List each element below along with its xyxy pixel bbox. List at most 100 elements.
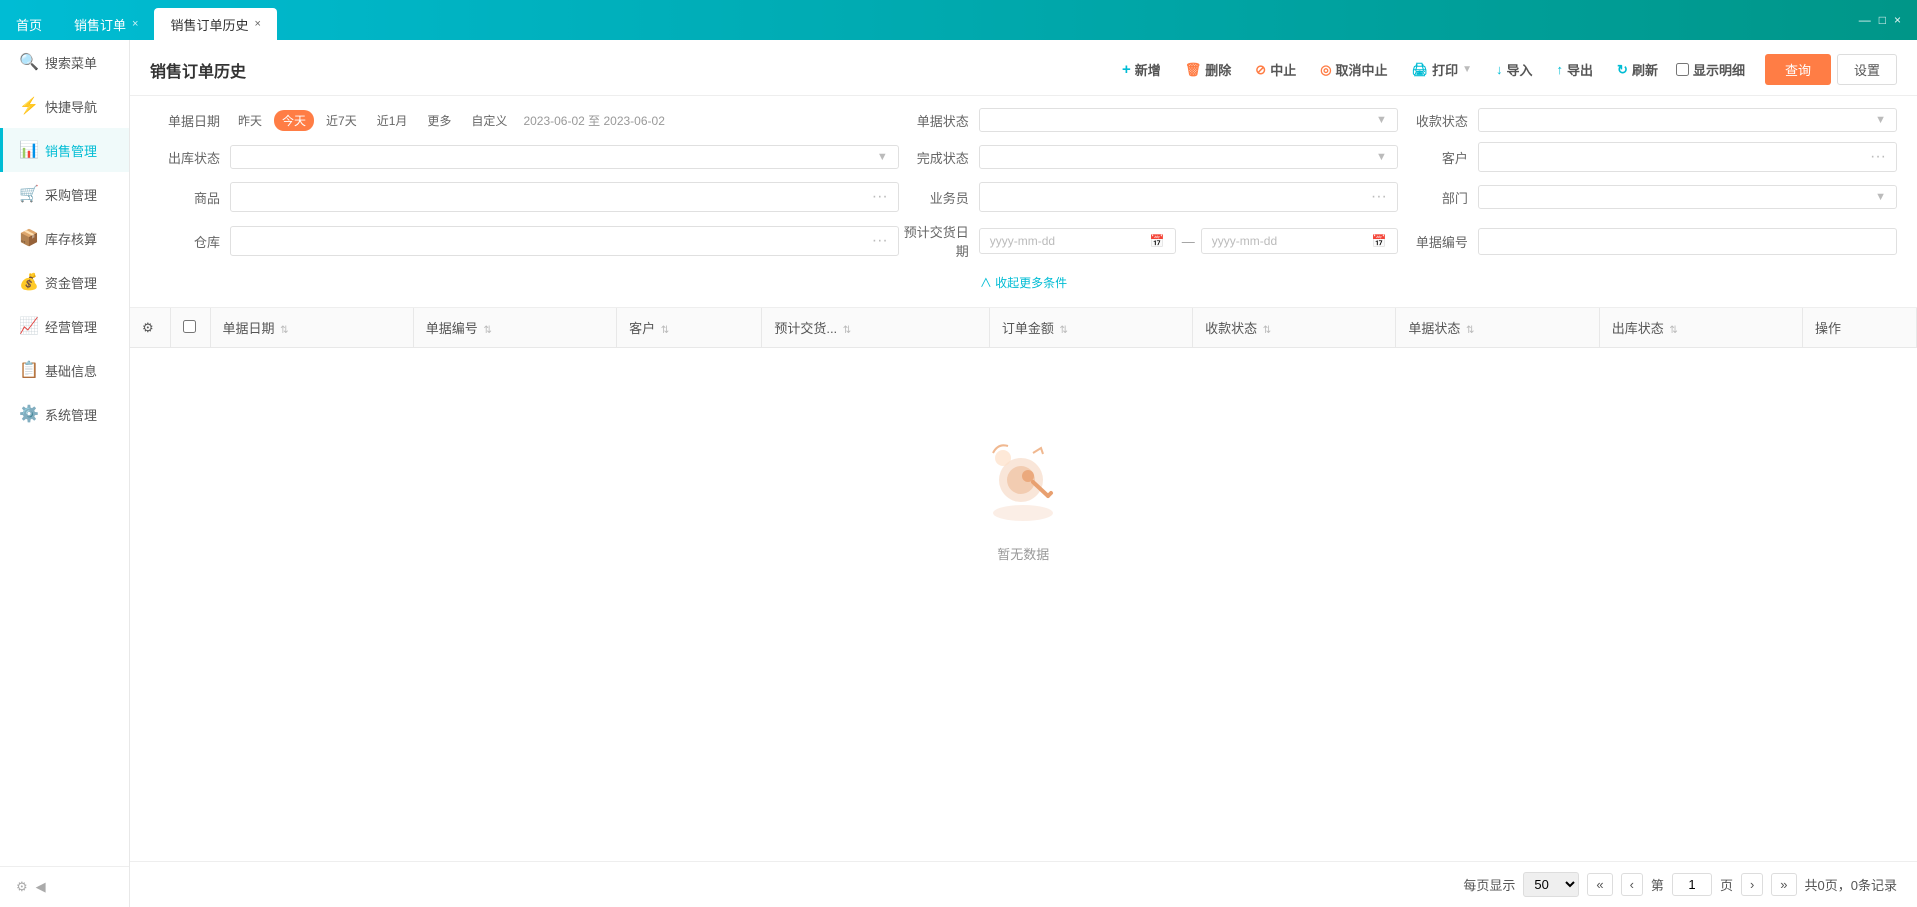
stop-button[interactable]: ⊘ 中止	[1249, 56, 1302, 83]
sidebar-item-basic-info[interactable]: 📋 基础信息	[0, 348, 129, 392]
doc-sort-icon[interactable]: ⇅	[1466, 325, 1474, 336]
sidebar-item-inventory[interactable]: 📦 库存核算	[0, 216, 129, 260]
sidebar-item-search-menu[interactable]: 🔍 搜索菜单	[0, 40, 129, 84]
receipt-sort-icon[interactable]: ⇅	[1263, 325, 1271, 336]
display-toggle-label: 显示明细	[1693, 60, 1745, 79]
goods-filter: 商品 ···	[150, 182, 899, 212]
out-status-filter: 出库状态 ▼	[150, 145, 899, 169]
last-page-button[interactable]: »	[1771, 873, 1796, 896]
customer-col-header: 客户 ⇅	[617, 308, 762, 348]
date-tab-custom[interactable]: 自定义	[463, 110, 515, 131]
sidebar-item-system[interactable]: ⚙️ 系统管理	[0, 392, 129, 436]
delivery-col-header: 预计交货... ⇅	[762, 308, 989, 348]
date-tab-today[interactable]: 今天	[274, 110, 314, 131]
salesman-input[interactable]: ···	[979, 182, 1398, 212]
dept-arrow-icon: ▼	[1875, 191, 1886, 203]
settings-col-header[interactable]: ⚙	[130, 308, 170, 348]
close-sales-order-icon[interactable]: ×	[132, 18, 138, 30]
total-records: 共0页，0条记录	[1805, 875, 1897, 894]
out-status-select[interactable]: ▼	[230, 145, 899, 169]
query-button[interactable]: 查询	[1765, 54, 1831, 85]
delivery-date-label: 预计交货日期	[899, 222, 979, 260]
sales-mgmt-icon: 📊	[19, 140, 37, 160]
sidebar-item-finance[interactable]: 💰 资金管理	[0, 260, 129, 304]
filter-row-2: 出库状态 ▼ 完成状态 ▼ 客户 ···	[150, 142, 1897, 172]
delivery-to-input[interactable]: yyyy-mm-dd 📅	[1201, 228, 1398, 254]
sidebar-item-operations[interactable]: 📈 经营管理	[0, 304, 129, 348]
check-col-header[interactable]	[170, 308, 210, 348]
cancel-stop-button[interactable]: ◎ 取消中止	[1314, 56, 1393, 83]
goods-input[interactable]: ···	[230, 182, 899, 212]
tab-home[interactable]: 首页	[0, 8, 58, 40]
delivery-date-range: yyyy-mm-dd 📅 — yyyy-mm-dd 📅	[979, 228, 1398, 254]
delete-button[interactable]: 🗑 删除	[1179, 56, 1238, 83]
tab-home-label: 首页	[16, 15, 42, 34]
page-number-input[interactable]	[1672, 873, 1712, 896]
delivery-from-input[interactable]: yyyy-mm-dd 📅	[979, 228, 1176, 254]
date-tab-yesterday[interactable]: 昨天	[230, 110, 270, 131]
date-sort-icon[interactable]: ⇅	[280, 325, 288, 336]
table-area: ⚙ 单据日期 ⇅ 单据编号 ⇅ 客户 ⇅	[130, 308, 1917, 861]
stop-icon: ⊘	[1255, 62, 1266, 78]
first-page-button[interactable]: «	[1587, 873, 1612, 896]
order-no-input[interactable]	[1478, 228, 1897, 255]
sidebar-item-purchase-mgmt[interactable]: 🛒 采购管理	[0, 172, 129, 216]
customer-input[interactable]: ···	[1478, 142, 1897, 172]
select-all-checkbox[interactable]	[183, 320, 196, 333]
print-button[interactable]: 🖨 打印 ▼	[1406, 56, 1478, 83]
sidebar-search-menu-label: 搜索菜单	[45, 53, 97, 72]
warehouse-input[interactable]: ···	[230, 226, 899, 256]
add-button[interactable]: + 新增	[1116, 56, 1167, 83]
filter-row-4: 仓库 ··· 预计交货日期 yyyy-mm-dd 📅 — yyyy	[150, 222, 1897, 260]
main-layout: 🔍 搜索菜单 ⚡ 快捷导航 📊 销售管理 🛒 采购管理 📦 库存核算 💰 资金管…	[0, 40, 1917, 907]
display-toggle-checkbox[interactable]	[1676, 63, 1689, 76]
receipt-arrow-icon: ▼	[1875, 114, 1886, 126]
date-label: 单据日期	[150, 111, 230, 130]
top-bar-right: — □ ×	[1859, 13, 1917, 27]
out-status-col-header: 出库状态 ⇅	[1599, 308, 1802, 348]
table-header-row: ⚙ 单据日期 ⇅ 单据编号 ⇅ 客户 ⇅	[130, 308, 1917, 348]
date-tab-1month[interactable]: 近1月	[369, 110, 416, 131]
refresh-button[interactable]: ↻ 刷新	[1611, 56, 1664, 83]
complete-status-select[interactable]: ▼	[979, 145, 1398, 169]
sidebar-purchase-mgmt-label: 采购管理	[45, 185, 97, 204]
dept-select[interactable]: ▼	[1478, 185, 1897, 209]
page-size-select[interactable]: 50 20 100	[1523, 872, 1579, 897]
sidebar-item-quick-nav[interactable]: ⚡ 快捷导航	[0, 84, 129, 128]
add-icon: +	[1122, 61, 1131, 78]
date-tabs: 昨天 今天 近7天 近1月 更多 自定义	[230, 110, 515, 131]
next-page-button[interactable]: ›	[1741, 873, 1763, 896]
export-button[interactable]: ↑ 导出	[1551, 56, 1600, 83]
close-history-icon[interactable]: ×	[254, 18, 260, 30]
collapse-bar[interactable]: ∧ 收起更多条件	[150, 270, 1897, 295]
delete-label: 删除	[1205, 60, 1231, 79]
setting-button[interactable]: 设置	[1837, 54, 1897, 85]
customer-sort-icon[interactable]: ⇅	[661, 325, 669, 336]
receipt-status-select[interactable]: ▼	[1478, 108, 1897, 132]
out-sort-icon[interactable]: ⇅	[1669, 325, 1677, 336]
delivery-sort-icon[interactable]: ⇅	[843, 325, 851, 336]
amount-col-header: 订单金额 ⇅	[989, 308, 1192, 348]
doc-status-select[interactable]: ▼	[979, 108, 1398, 132]
minimize-icon[interactable]: —	[1859, 13, 1871, 27]
goods-dots-icon: ···	[872, 188, 888, 206]
date-tab-7days[interactable]: 近7天	[318, 110, 365, 131]
out-status-label: 出库状态	[150, 148, 230, 167]
receipt-status-filter: 收款状态 ▼	[1398, 108, 1897, 132]
tab-sales-order-history[interactable]: 销售订单历史 ×	[154, 8, 276, 40]
sidebar-collapse-icon[interactable]: ◀	[36, 879, 46, 895]
maximize-icon[interactable]: □	[1879, 13, 1886, 27]
topbar-close-icon[interactable]: ×	[1894, 13, 1901, 27]
cancel-stop-icon: ◎	[1320, 62, 1331, 78]
import-button[interactable]: ↓ 导入	[1490, 56, 1539, 83]
amount-sort-icon[interactable]: ⇅	[1059, 325, 1067, 336]
customer-label: 客户	[1398, 148, 1478, 167]
sidebar-settings-icon[interactable]: ⚙	[16, 879, 28, 895]
sidebar-item-sales-mgmt[interactable]: 📊 销售管理	[0, 128, 129, 172]
tab-sales-order[interactable]: 销售订单 ×	[58, 8, 154, 40]
prev-page-button[interactable]: ‹	[1621, 873, 1643, 896]
quick-nav-icon: ⚡	[19, 96, 37, 116]
date-tab-more[interactable]: 更多	[419, 110, 459, 131]
delivery-from-placeholder: yyyy-mm-dd	[990, 234, 1055, 248]
order-no-sort-icon[interactable]: ⇅	[483, 325, 491, 336]
